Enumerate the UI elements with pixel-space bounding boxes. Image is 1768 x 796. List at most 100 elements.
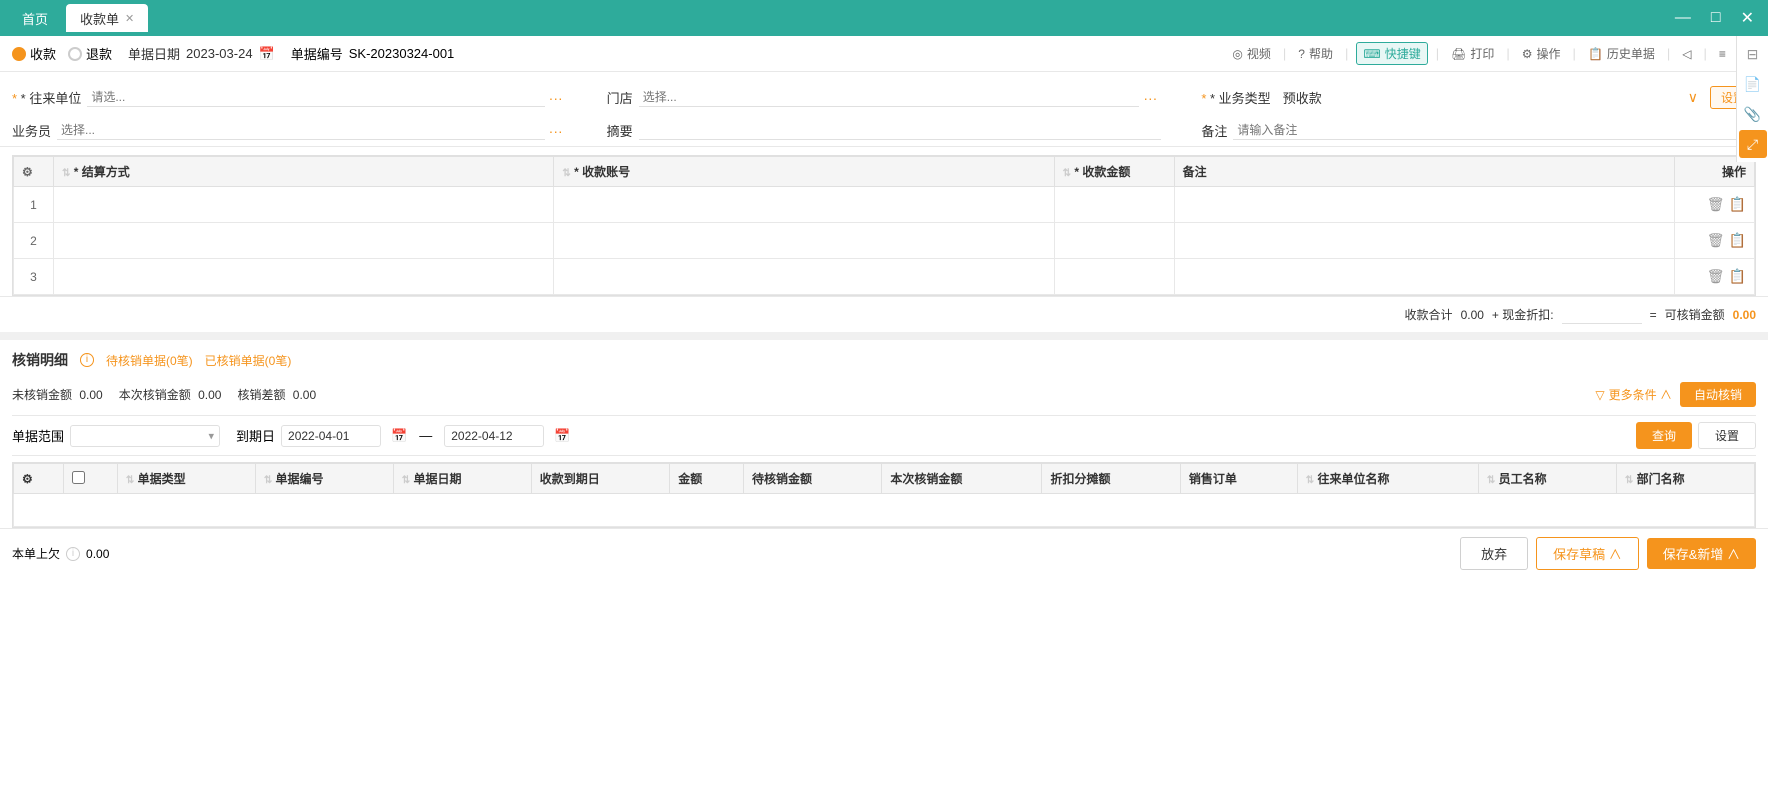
history-btn[interactable]: 📋 历史单据	[1584, 43, 1659, 64]
due-date-end-input[interactable]	[444, 425, 544, 447]
account-input[interactable]	[562, 270, 1045, 284]
delete-icon[interactable]: 🗑	[1707, 196, 1725, 213]
row-account[interactable]	[554, 187, 1054, 223]
cal-start-icon[interactable]: 📅	[391, 428, 407, 444]
bth-pending-amount: 待核销金额	[743, 464, 881, 494]
prev-btn[interactable]: ◁	[1678, 45, 1695, 63]
receipt-type-group: 收款 退款	[12, 44, 112, 63]
more-filter-btn[interactable]: ▽ 更多条件 ∧	[1595, 386, 1672, 403]
tab-home-label: 首页	[22, 9, 48, 28]
account-input[interactable]	[562, 234, 1045, 248]
th-gear[interactable]: ⚙	[14, 157, 54, 187]
table-row: 1 🗑 📋	[14, 187, 1755, 223]
gear-icon[interactable]: ⚙	[22, 165, 33, 179]
verify-tab-done[interactable]: 已核销单据(0笔)	[205, 352, 292, 369]
bth-gear[interactable]: ⚙	[14, 464, 64, 494]
row-amount[interactable]	[1054, 223, 1174, 259]
sidebar-table-icon[interactable]: ⊟	[1739, 40, 1767, 68]
counterpart-more-btn[interactable]: ···	[545, 90, 567, 106]
row-amount[interactable]	[1054, 259, 1174, 295]
operation-btn[interactable]: ⚙ 操作	[1518, 43, 1565, 64]
discount-input[interactable]	[1562, 305, 1642, 324]
date-value[interactable]: 2023-03-24	[186, 46, 253, 61]
filter-settings-btn[interactable]: 设置	[1698, 422, 1756, 449]
video-btn[interactable]: ◎ 视频	[1228, 43, 1275, 64]
row-settlement[interactable]	[54, 223, 554, 259]
minimize-btn[interactable]: —	[1669, 7, 1697, 29]
doc-range-select[interactable]	[70, 425, 220, 447]
print-label: 打印	[1470, 45, 1494, 62]
salesperson-input[interactable]	[57, 121, 545, 140]
current-order-info-icon[interactable]: i	[66, 547, 80, 561]
settlement-input[interactable]	[62, 234, 545, 248]
remark-input[interactable]	[1183, 198, 1666, 212]
settlement-input[interactable]	[62, 198, 545, 212]
list-view-btn[interactable]: ≡	[1715, 45, 1730, 63]
shortcut-btn[interactable]: ⌨ 快捷键	[1356, 42, 1427, 65]
query-btn[interactable]: 查询	[1636, 422, 1692, 449]
row-remark[interactable]	[1174, 259, 1674, 295]
due-date-start-input[interactable]	[281, 425, 381, 447]
row-settlement[interactable]	[54, 187, 554, 223]
bth-checkbox[interactable]	[63, 464, 117, 494]
th-settlement: ⇅ * 结算方式	[54, 157, 554, 187]
copy-icon[interactable]: 📋	[1729, 232, 1746, 249]
field-row-2: 业务员 ··· 摘要 备注	[12, 115, 1756, 146]
sidebar-clip-icon[interactable]: 📎	[1739, 100, 1767, 128]
row-settlement[interactable]	[54, 259, 554, 295]
amount-input[interactable]	[1063, 234, 1166, 248]
store-more-btn[interactable]: ···	[1139, 90, 1161, 106]
account-input[interactable]	[562, 198, 1045, 212]
copy-icon[interactable]: 📋	[1729, 268, 1746, 285]
radio-refund[interactable]: 退款	[68, 44, 112, 63]
remark-input[interactable]	[1183, 234, 1666, 248]
store-input[interactable]	[639, 88, 1140, 107]
tab-close-icon[interactable]: ✕	[125, 12, 134, 25]
unverified-value: 0.00	[79, 388, 102, 402]
row-remark[interactable]	[1174, 187, 1674, 223]
summary-input[interactable]	[639, 121, 1162, 140]
row-amount[interactable]	[1054, 187, 1174, 223]
business-type-label: * 业务类型	[1201, 88, 1276, 107]
radio-refund-label: 退款	[86, 44, 112, 63]
amount-input[interactable]	[1063, 198, 1166, 212]
maximize-btn[interactable]: □	[1705, 7, 1727, 29]
settlement-input[interactable]	[62, 270, 545, 284]
help-icon: ?	[1298, 47, 1305, 61]
copy-icon[interactable]: 📋	[1729, 196, 1746, 213]
cal-end-icon[interactable]: 📅	[554, 428, 570, 444]
tab-receipt[interactable]: 收款单 ✕	[66, 4, 148, 32]
tab-home[interactable]: 首页	[8, 4, 62, 32]
verify-tab-pending[interactable]: 待核销单据(0笔)	[106, 352, 193, 369]
window-controls: — □ ✕	[1669, 6, 1760, 30]
sidebar-doc-icon[interactable]: 📄	[1739, 70, 1767, 98]
select-all-checkbox[interactable]	[72, 471, 85, 484]
verify-stats: 未核销金额 0.00 本次核销金额 0.00 核销差额 0.00 ▽ 更多条件 …	[12, 378, 1756, 415]
sidebar-expand-icon[interactable]: ⤢	[1739, 130, 1767, 158]
bth-sales-order-label: 销售订单	[1189, 472, 1237, 486]
print-btn[interactable]: 🖨 打印	[1447, 43, 1498, 64]
draft-btn[interactable]: 保存草稿 ∧	[1536, 537, 1639, 570]
current-value: 0.00	[198, 388, 221, 402]
delete-icon[interactable]: 🗑	[1707, 268, 1725, 285]
amount-input[interactable]	[1063, 270, 1166, 284]
save-new-btn[interactable]: 保存&新增 ∧	[1647, 538, 1756, 569]
counterpart-input[interactable]	[87, 88, 544, 107]
delete-icon[interactable]: 🗑	[1707, 232, 1725, 249]
radio-receipt[interactable]: 收款	[12, 44, 56, 63]
auto-verify-btn[interactable]: 自动核销	[1680, 382, 1756, 407]
date-calendar-icon[interactable]: 📅	[259, 46, 275, 62]
verify-info-icon[interactable]: i	[80, 353, 94, 367]
net-label: 可核销金额	[1665, 306, 1725, 323]
abandon-btn[interactable]: 放弃	[1460, 537, 1528, 570]
business-type-dropdown[interactable]: ∨	[1684, 89, 1702, 106]
filter-row: 单据范围 到期日 📅 — 📅 查询 设置	[12, 415, 1756, 456]
row-account[interactable]	[554, 223, 1054, 259]
remark-input[interactable]	[1183, 270, 1666, 284]
remark-input[interactable]	[1233, 121, 1756, 140]
close-btn[interactable]: ✕	[1735, 6, 1760, 30]
salesperson-more-btn[interactable]: ···	[545, 123, 567, 139]
help-btn[interactable]: ? 帮助	[1294, 43, 1337, 64]
row-account[interactable]	[554, 259, 1054, 295]
row-remark[interactable]	[1174, 223, 1674, 259]
